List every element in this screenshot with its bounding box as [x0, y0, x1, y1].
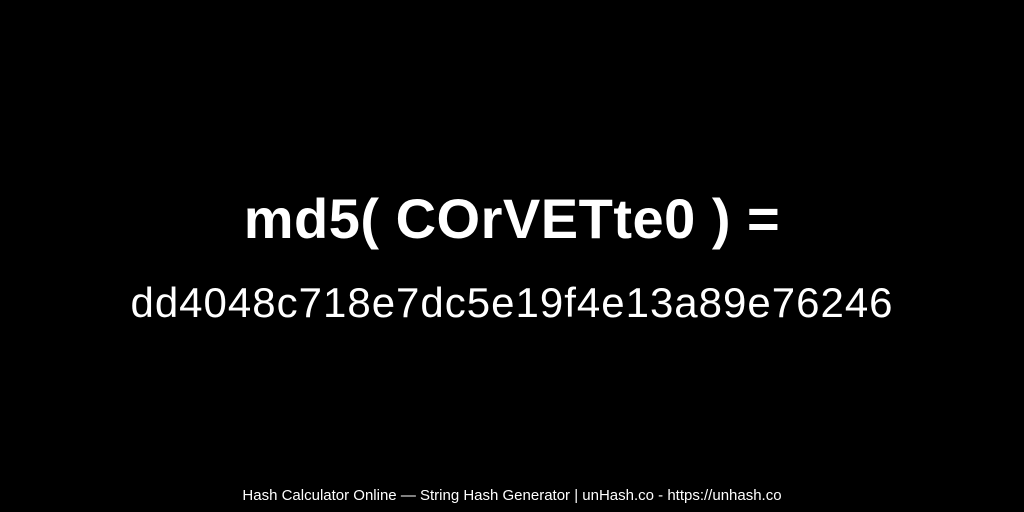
hash-result: dd4048c718e7dc5e19f4e13a89e76246: [130, 279, 893, 327]
page-container: md5( COrVETte0 ) = dd4048c718e7dc5e19f4e…: [0, 0, 1024, 512]
hash-expression: md5( COrVETte0 ) =: [244, 186, 780, 251]
footer-text: Hash Calculator Online — String Hash Gen…: [0, 487, 1024, 504]
main-content: md5( COrVETte0 ) = dd4048c718e7dc5e19f4e…: [130, 0, 893, 512]
